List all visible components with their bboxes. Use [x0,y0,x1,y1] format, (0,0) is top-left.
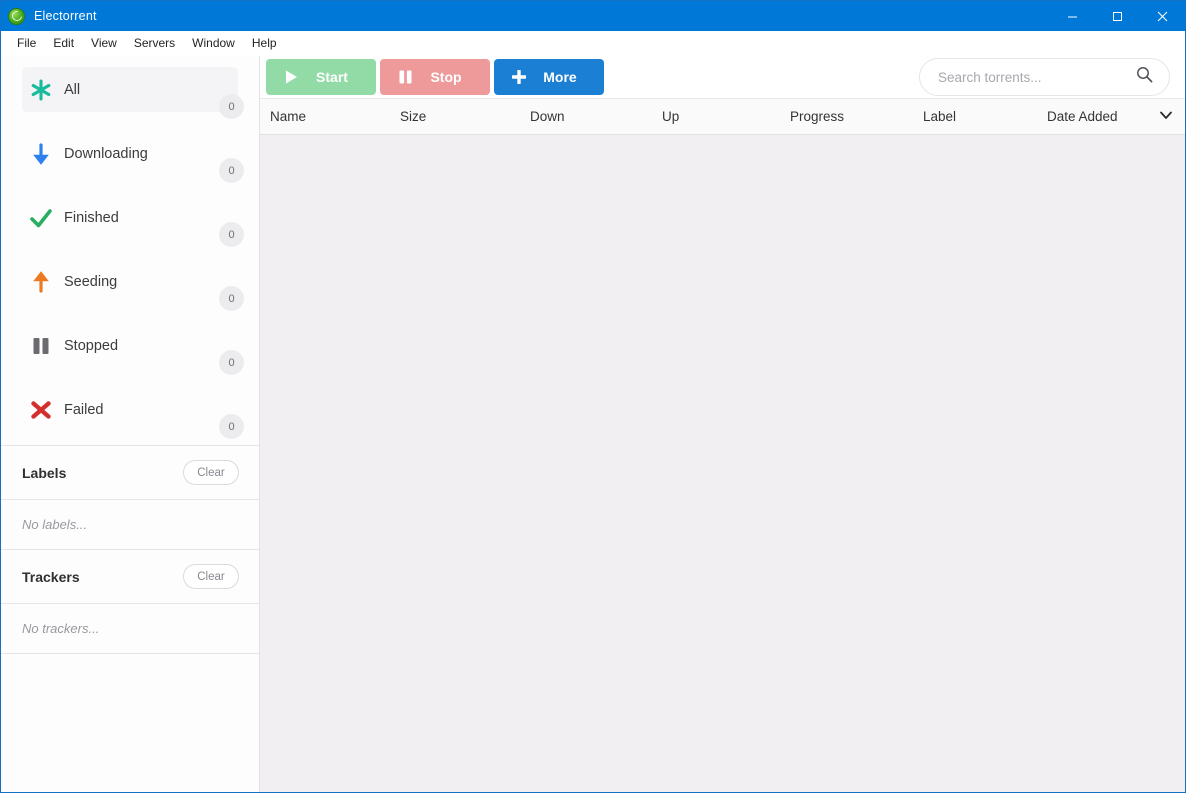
sidebar-item-label: Stopped [64,337,119,354]
sidebar-item-count: 0 [219,414,244,439]
column-header-size[interactable]: Size [400,109,530,124]
torrent-table-header: Name Size Down Up Progress Label Date Ad… [260,98,1185,135]
trackers-section-header: Trackers Clear [1,550,259,604]
stop-button-label: Stop [430,69,462,85]
sidebar-item-label: All [64,81,81,98]
search-icon[interactable] [1136,66,1153,88]
clear-trackers-button[interactable]: Clear [183,564,239,589]
title-bar-left: Electorrent [1,7,97,25]
menu-item-help[interactable]: Help [244,33,285,53]
labels-section-header: Labels Clear [1,446,259,500]
sidebar-item-failed[interactable]: Failed 0 [22,387,244,439]
trackers-title: Trackers [22,568,80,585]
column-header-label[interactable]: Label [923,109,1047,124]
column-header-name[interactable]: Name [270,109,400,124]
minimize-icon[interactable] [1050,1,1095,31]
column-header-up[interactable]: Up [662,109,790,124]
labels-title: Labels [22,464,67,481]
sidebar-item-label: Downloading [64,145,148,162]
chevron-down-icon [1158,107,1174,126]
clear-labels-button[interactable]: Clear [183,460,239,485]
more-button-label: More [543,69,577,85]
sidebar-item-seeding[interactable]: Seeding 0 [22,259,244,311]
sidebar-item-all[interactable]: All 0 [22,67,244,119]
toolbar-actions: Start Stop More [266,59,604,95]
status-filter-list: All 0 Downloading 0 Finished 0 Seeding 0… [1,56,259,446]
menu-item-window[interactable]: Window [184,33,243,53]
sidebar-item-count: 0 [219,286,244,311]
search-input[interactable] [938,69,1136,85]
toolbar: Start Stop More Search torrents... [260,56,1185,98]
torrent-table-body[interactable] [260,135,1185,792]
sidebar-item-count: 0 [219,222,244,247]
sidebar-item-count: 0 [219,350,244,375]
menu-item-file[interactable]: File [9,33,44,53]
menu-bar: File Edit View Servers Window Help [1,31,1185,56]
sidebar-item-label: Seeding [64,273,118,290]
sidebar: All 0 Downloading 0 Finished 0 Seeding 0… [1,56,260,792]
menu-item-edit[interactable]: Edit [45,33,82,53]
column-header-progress[interactable]: Progress [790,109,923,124]
close-icon[interactable] [1140,1,1185,31]
electorrent-logo-icon [8,7,25,25]
main-panel: Start Stop More Search torrents... Name … [260,56,1185,792]
window-controls [1050,1,1185,31]
sidebar-item-label: Failed [64,401,104,418]
window-title: Electorrent [34,9,97,23]
maximize-icon[interactable] [1095,1,1140,31]
sidebar-item-finished[interactable]: Finished 0 [22,195,244,247]
arrow-down-icon [26,142,56,166]
sidebar-item-count: 0 [219,94,244,119]
play-icon [278,69,304,85]
cross-icon [26,398,56,422]
application-window: Electorrent File Edit View Servers Windo… [0,0,1186,793]
pause-icon [26,334,56,358]
sidebar-item-label: Finished [64,209,119,226]
sidebar-item-downloading[interactable]: Downloading 0 [22,131,244,183]
more-button[interactable]: More [494,59,604,95]
start-button[interactable]: Start [266,59,376,95]
title-bar: Electorrent [1,1,1185,31]
column-header-date-added[interactable]: Date Added [1047,109,1147,124]
sidebar-item-stopped[interactable]: Stopped 0 [22,323,244,375]
stop-button[interactable]: Stop [380,59,490,95]
pause-icon [392,69,418,85]
search-box[interactable] [919,58,1170,96]
sidebar-item-count: 0 [219,158,244,183]
menu-item-servers[interactable]: Servers [126,33,183,53]
column-header-down[interactable]: Down [530,109,662,124]
menu-item-view[interactable]: View [83,33,125,53]
labels-empty-text: No labels... [1,500,259,550]
asterisk-icon [26,78,56,102]
plus-icon [506,69,532,85]
sidebar-filler [1,654,259,792]
window-body: All 0 Downloading 0 Finished 0 Seeding 0… [1,56,1185,792]
column-sort-toggle[interactable] [1147,107,1185,126]
start-button-label: Start [316,69,348,85]
check-icon [26,206,56,230]
trackers-empty-text: No trackers... [1,604,259,654]
arrow-up-icon [26,270,56,294]
